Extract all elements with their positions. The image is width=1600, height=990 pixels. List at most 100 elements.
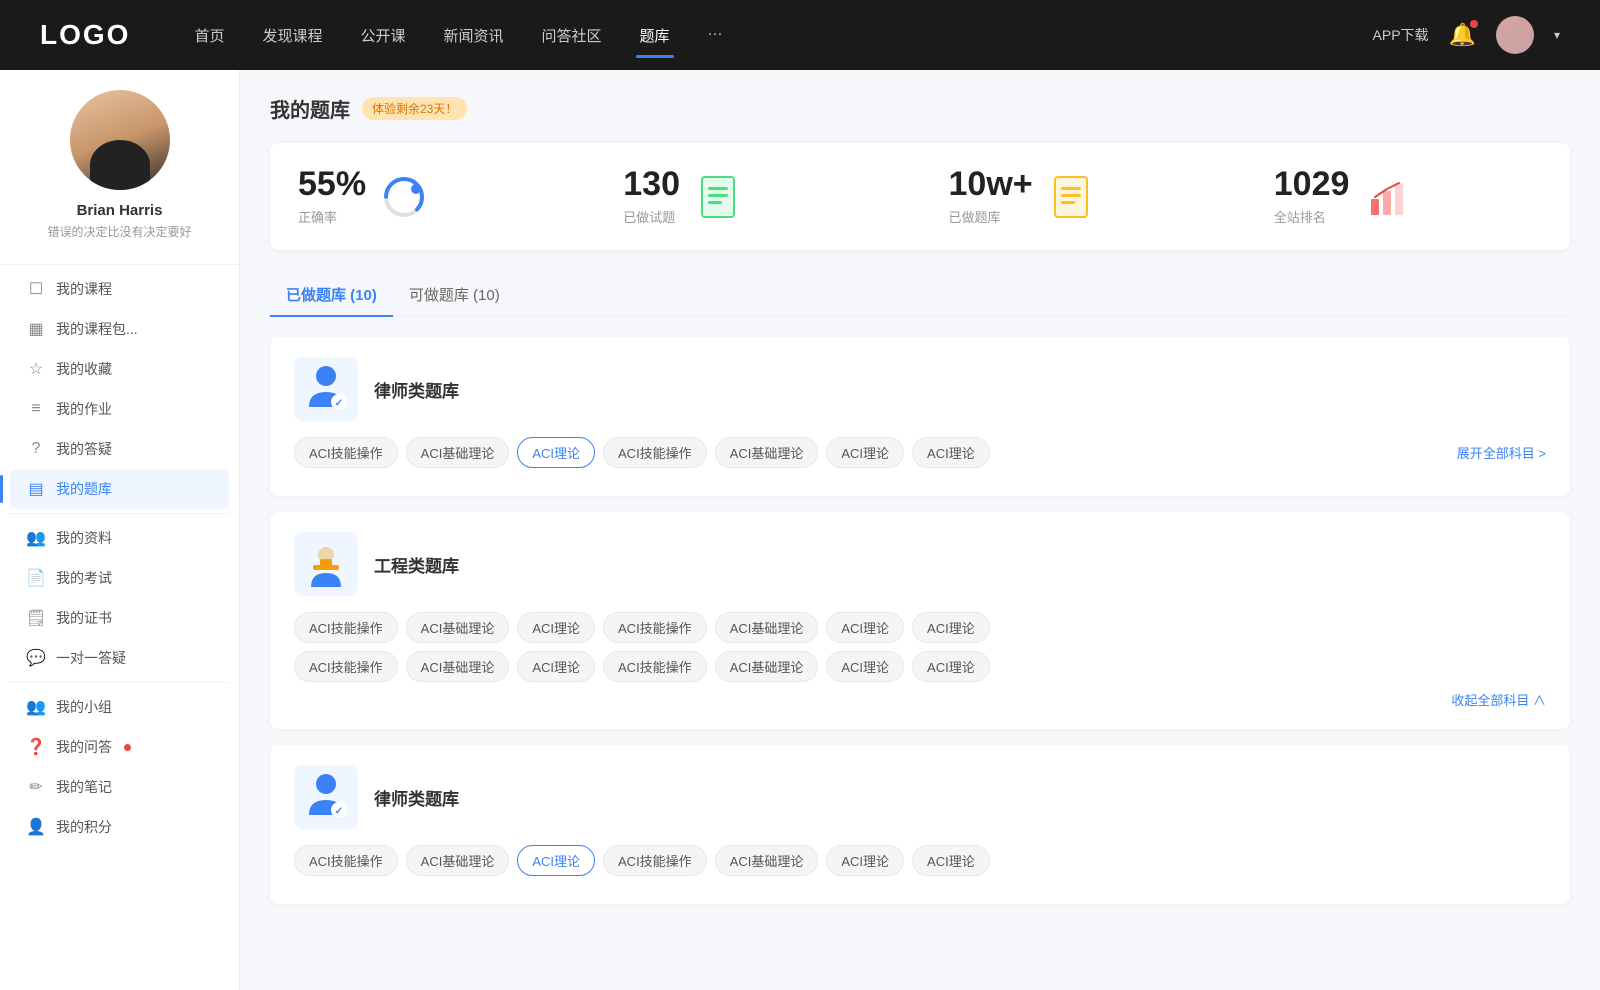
tags-section-1: ACI技能操作 ACI基础理论 ACI理论 ACI技能操作 ACI基础理论 AC… bbox=[294, 437, 1546, 468]
tab-done-banks[interactable]: 已做题库 (10) bbox=[270, 274, 393, 317]
qbank-lawyer-icon-1: ✓ bbox=[294, 357, 358, 421]
tag-3-0-4[interactable]: ACI基础理论 bbox=[715, 845, 819, 876]
sidebar-item-qbank[interactable]: ▤ 我的题库 bbox=[10, 469, 229, 509]
stat-banks-value: 10w+ bbox=[949, 167, 1033, 201]
tag-2-0-6[interactable]: ACI理论 bbox=[912, 612, 990, 643]
lawyer-person-svg-2: ✓ bbox=[301, 770, 351, 824]
qbank-card-engineer: 工程类题库 ACI技能操作 ACI基础理论 ACI理论 ACI技能操作 ACI基… bbox=[270, 512, 1570, 729]
points-icon: 👤 bbox=[26, 817, 46, 837]
tag-2-0-2[interactable]: ACI理论 bbox=[517, 612, 595, 643]
tag-2-1-1[interactable]: ACI基础理论 bbox=[406, 651, 510, 682]
tag-2-1-5[interactable]: ACI理论 bbox=[826, 651, 904, 682]
homework-icon: ≡ bbox=[26, 400, 46, 418]
tag-1-0-2-active[interactable]: ACI理论 bbox=[517, 437, 595, 468]
stat-accuracy-text: 55% 正确率 bbox=[298, 167, 366, 226]
nav-item-news[interactable]: 新闻资讯 bbox=[440, 17, 508, 54]
circle-chart-icon bbox=[382, 175, 426, 219]
sidebar-avatar bbox=[70, 90, 170, 190]
user-menu-chevron[interactable]: ▾ bbox=[1554, 28, 1560, 42]
tag-1-0-5[interactable]: ACI理论 bbox=[826, 437, 904, 468]
nav-item-discover[interactable]: 发现课程 bbox=[258, 17, 326, 54]
group-icon: 👥 bbox=[26, 697, 46, 717]
stat-questions-value: 130 bbox=[623, 167, 680, 201]
sidebar-item-cert[interactable]: 🗒 我的证书 bbox=[10, 598, 229, 638]
tag-1-0-1[interactable]: ACI基础理论 bbox=[406, 437, 510, 468]
tag-2-0-4[interactable]: ACI基础理论 bbox=[715, 612, 819, 643]
tag-2-1-6[interactable]: ACI理论 bbox=[912, 651, 990, 682]
rank-icon bbox=[1365, 175, 1409, 219]
sidebar-item-course-package[interactable]: ▦ 我的课程包... bbox=[10, 309, 229, 349]
chart-red-icon bbox=[1365, 175, 1409, 219]
tag-2-0-1[interactable]: ACI基础理论 bbox=[406, 612, 510, 643]
qbank-lawyer-icon-2: ✓ bbox=[294, 765, 358, 829]
qbank-card-header-1: ✓ 律师类题库 bbox=[294, 357, 1546, 421]
tags-section-3: ACI技能操作 ACI基础理论 ACI理论 ACI技能操作 ACI基础理论 AC… bbox=[294, 845, 1546, 876]
sidebar-motto: 错误的决定比没有决定要好 bbox=[31, 223, 207, 240]
qbank-card-lawyer-1: ✓ 律师类题库 ACI技能操作 ACI基础理论 ACI理论 ACI技能操作 AC… bbox=[270, 337, 1570, 496]
sidebar-item-homework[interactable]: ≡ 我的作业 bbox=[10, 389, 229, 429]
collapse-link-2[interactable]: 收起全部科目 ∧ bbox=[294, 690, 1546, 709]
nav-item-more[interactable]: ··· bbox=[704, 17, 727, 54]
nav-items: 首页 发现课程 公开课 新闻资讯 问答社区 题库 ··· bbox=[190, 17, 1342, 54]
tag-1-0-3[interactable]: ACI技能操作 bbox=[603, 437, 707, 468]
nav-item-open[interactable]: 公开课 bbox=[356, 17, 409, 54]
tag-3-0-0[interactable]: ACI技能操作 bbox=[294, 845, 398, 876]
qbank-card-lawyer-2: ✓ 律师类题库 ACI技能操作 ACI基础理论 ACI理论 ACI技能操作 AC… bbox=[270, 745, 1570, 904]
sidebar-item-exam[interactable]: 📄 我的考试 bbox=[10, 558, 229, 598]
nav-item-home[interactable]: 首页 bbox=[190, 17, 228, 54]
course-package-label: 我的课程包... bbox=[56, 319, 138, 339]
tag-2-0-5[interactable]: ACI理论 bbox=[826, 612, 904, 643]
sidebar-item-my-courses[interactable]: ☐ 我的课程 bbox=[10, 269, 229, 309]
tags-section-2: ACI技能操作 ACI基础理论 ACI理论 ACI技能操作 ACI基础理论 AC… bbox=[294, 612, 1546, 709]
tag-2-1-3[interactable]: ACI技能操作 bbox=[603, 651, 707, 682]
questions-done-icon bbox=[696, 175, 740, 219]
tag-1-0-6[interactable]: ACI理论 bbox=[912, 437, 990, 468]
sidebar-item-group[interactable]: 👥 我的小组 bbox=[10, 687, 229, 727]
stat-accuracy-value: 55% bbox=[298, 167, 366, 201]
notes-label: 我的笔记 bbox=[56, 777, 112, 797]
sidebar-item-questions[interactable]: ? 我的答疑 bbox=[10, 429, 229, 469]
cert-label: 我的证书 bbox=[56, 608, 112, 628]
points-label: 我的积分 bbox=[56, 817, 112, 837]
group-label: 我的小组 bbox=[56, 697, 112, 717]
nav-item-qbank[interactable]: 题库 bbox=[636, 17, 674, 54]
tag-2-1-0[interactable]: ACI技能操作 bbox=[294, 651, 398, 682]
oneone-label: 一对一答疑 bbox=[56, 648, 126, 668]
logo[interactable]: LOGO bbox=[40, 19, 130, 51]
nav-item-qa[interactable]: 问答社区 bbox=[538, 17, 606, 54]
qa-notification-dot bbox=[124, 744, 131, 751]
sidebar-item-oneone[interactable]: 💬 一对一答疑 bbox=[10, 638, 229, 678]
tab-available-banks[interactable]: 可做题库 (10) bbox=[393, 274, 516, 317]
stat-banks-label: 已做题库 bbox=[949, 207, 1033, 226]
exam-icon: 📄 bbox=[26, 568, 46, 588]
tag-3-0-5[interactable]: ACI理论 bbox=[826, 845, 904, 876]
tag-2-1-2[interactable]: ACI理论 bbox=[517, 651, 595, 682]
expand-link-1[interactable]: 展开全部科目 > bbox=[1457, 443, 1546, 462]
tag-3-0-1[interactable]: ACI基础理论 bbox=[406, 845, 510, 876]
tag-3-0-6[interactable]: ACI理论 bbox=[912, 845, 990, 876]
main-layout: Brian Harris 错误的决定比没有决定要好 ☐ 我的课程 ▦ 我的课程包… bbox=[0, 70, 1600, 990]
app-download-button[interactable]: APP下载 bbox=[1373, 25, 1429, 45]
sidebar-item-notes[interactable]: ✏ 我的笔记 bbox=[10, 767, 229, 807]
tag-3-0-3[interactable]: ACI技能操作 bbox=[603, 845, 707, 876]
notification-bell[interactable]: 🔔 bbox=[1449, 22, 1476, 48]
stat-rank-label: 全站排名 bbox=[1274, 207, 1350, 226]
user-avatar[interactable] bbox=[1496, 16, 1534, 54]
sidebar-item-favorites[interactable]: ☆ 我的收藏 bbox=[10, 349, 229, 389]
tag-2-0-0[interactable]: ACI技能操作 bbox=[294, 612, 398, 643]
tag-1-0-0[interactable]: ACI技能操作 bbox=[294, 437, 398, 468]
avatar-image bbox=[1496, 16, 1534, 54]
tag-2-1-4[interactable]: ACI基础理论 bbox=[715, 651, 819, 682]
homework-label: 我的作业 bbox=[56, 399, 112, 419]
page-title-row: 我的题库 体验剩余23天！ bbox=[270, 94, 1570, 123]
qbank-title-2: 工程类题库 bbox=[374, 552, 459, 577]
profile-icon: 👥 bbox=[26, 528, 46, 548]
sidebar-item-profile[interactable]: 👥 我的资料 bbox=[10, 518, 229, 558]
tag-3-0-2-active[interactable]: ACI理论 bbox=[517, 845, 595, 876]
tag-2-0-3[interactable]: ACI技能操作 bbox=[603, 612, 707, 643]
sidebar-item-my-qa[interactable]: ❓ 我的问答 bbox=[10, 727, 229, 767]
oneone-icon: 💬 bbox=[26, 648, 46, 668]
sidebar-item-points[interactable]: 👤 我的积分 bbox=[10, 807, 229, 847]
qbank-card-header-2: 工程类题库 bbox=[294, 532, 1546, 596]
tag-1-0-4[interactable]: ACI基础理论 bbox=[715, 437, 819, 468]
